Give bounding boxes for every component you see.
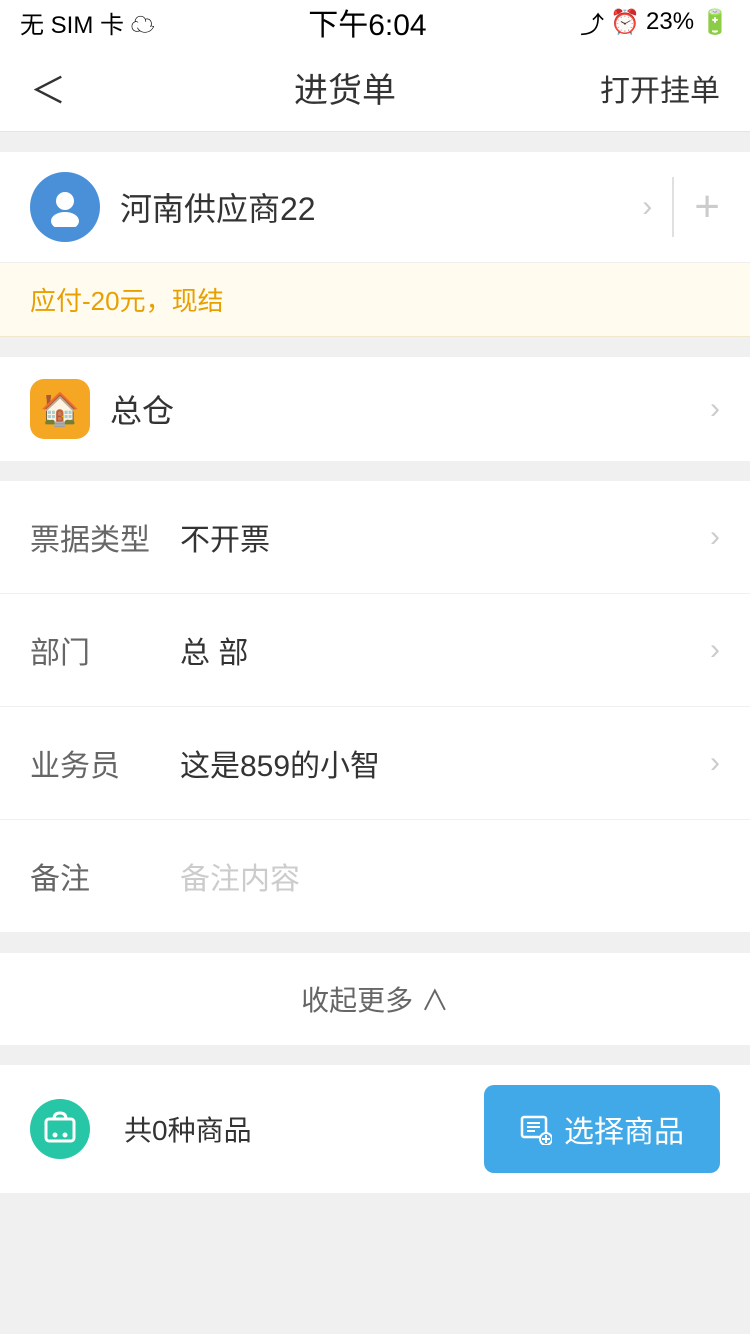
add-supplier-button[interactable]: + [694, 185, 720, 229]
invoice-value: 不开票 [160, 515, 710, 559]
section-gap-2 [0, 337, 750, 357]
sales-value: 这是859的小智 [160, 741, 710, 785]
section-gap-1 [0, 132, 750, 152]
divider [672, 177, 674, 237]
collapse-button[interactable]: 收起更多 ∧ [0, 952, 750, 1045]
remark-label: 备注 [30, 854, 160, 898]
open-pending-button[interactable]: 打开挂单 [600, 66, 720, 110]
supplier-section: 河南供应商22 › + 应付-20元，现结 [0, 152, 750, 337]
user-icon [45, 187, 85, 227]
warehouse-name: 总仓 [110, 386, 710, 432]
battery-icon: 🔋 [700, 8, 730, 37]
product-icon-wrap [30, 1099, 90, 1159]
sales-chevron-icon: › [710, 746, 720, 780]
nav-bar: ＜ 进货单 打开挂单 [0, 44, 750, 132]
invoice-label: 票据类型 [30, 515, 160, 559]
form-section: 票据类型 不开票 › 部门 总 部 › 业务员 这是859的小智 › 备注 备注… [0, 481, 750, 932]
warehouse-chevron-icon: › [710, 392, 720, 426]
warehouse-section[interactable]: 🏠 总仓 › [0, 357, 750, 461]
bottom-bar: 共0种商品 选择商品 [0, 1065, 750, 1193]
cart-icon [42, 1111, 78, 1147]
status-bar: 无 SIM 卡 ☁ 下午6:04 ⤴ ⏰ 23% 🔋 [0, 0, 750, 44]
status-right: ⤴ ⏰ 23% 🔋 [580, 5, 730, 40]
status-time: 下午6:04 [308, 0, 426, 44]
sim-label: 无 SIM 卡 ☁ [20, 5, 155, 40]
page-title: 进货单 [294, 63, 396, 112]
notice-banner: 应付-20元，现结 [0, 263, 750, 337]
supplier-avatar [30, 172, 100, 242]
invoice-chevron-icon: › [710, 520, 720, 554]
invoice-row[interactable]: 票据类型 不开票 › [0, 481, 750, 594]
dept-value: 总 部 [160, 628, 710, 672]
dept-label: 部门 [30, 628, 160, 672]
direction-icon: ⤴ [580, 5, 604, 40]
select-product-button[interactable]: 选择商品 [484, 1085, 720, 1173]
status-left: 无 SIM 卡 ☁ [20, 5, 155, 40]
dept-row[interactable]: 部门 总 部 › [0, 594, 750, 707]
sales-row[interactable]: 业务员 这是859的小智 › [0, 707, 750, 820]
supplier-name: 河南供应商22 [120, 184, 642, 230]
select-btn-label: 选择商品 [564, 1107, 684, 1151]
back-button[interactable]: ＜ [30, 62, 90, 114]
warehouse-icon-wrap: 🏠 [30, 379, 90, 439]
select-product-icon [520, 1113, 552, 1145]
dept-chevron-icon: › [710, 633, 720, 667]
supplier-chevron-icon: › [642, 190, 652, 224]
sales-label: 业务员 [30, 741, 160, 785]
remark-input[interactable]: 备注内容 [160, 854, 720, 898]
battery-label: 23% [646, 8, 694, 36]
warehouse-row[interactable]: 🏠 总仓 › [0, 357, 750, 461]
supplier-actions: › [642, 190, 652, 224]
warehouse-icon: 🏠 [40, 390, 80, 428]
alarm-icon: ⏰ [610, 8, 640, 37]
product-count: 共0种商品 [110, 1109, 464, 1149]
remark-row[interactable]: 备注 备注内容 [0, 820, 750, 932]
supplier-row[interactable]: 河南供应商22 › + [0, 152, 750, 263]
